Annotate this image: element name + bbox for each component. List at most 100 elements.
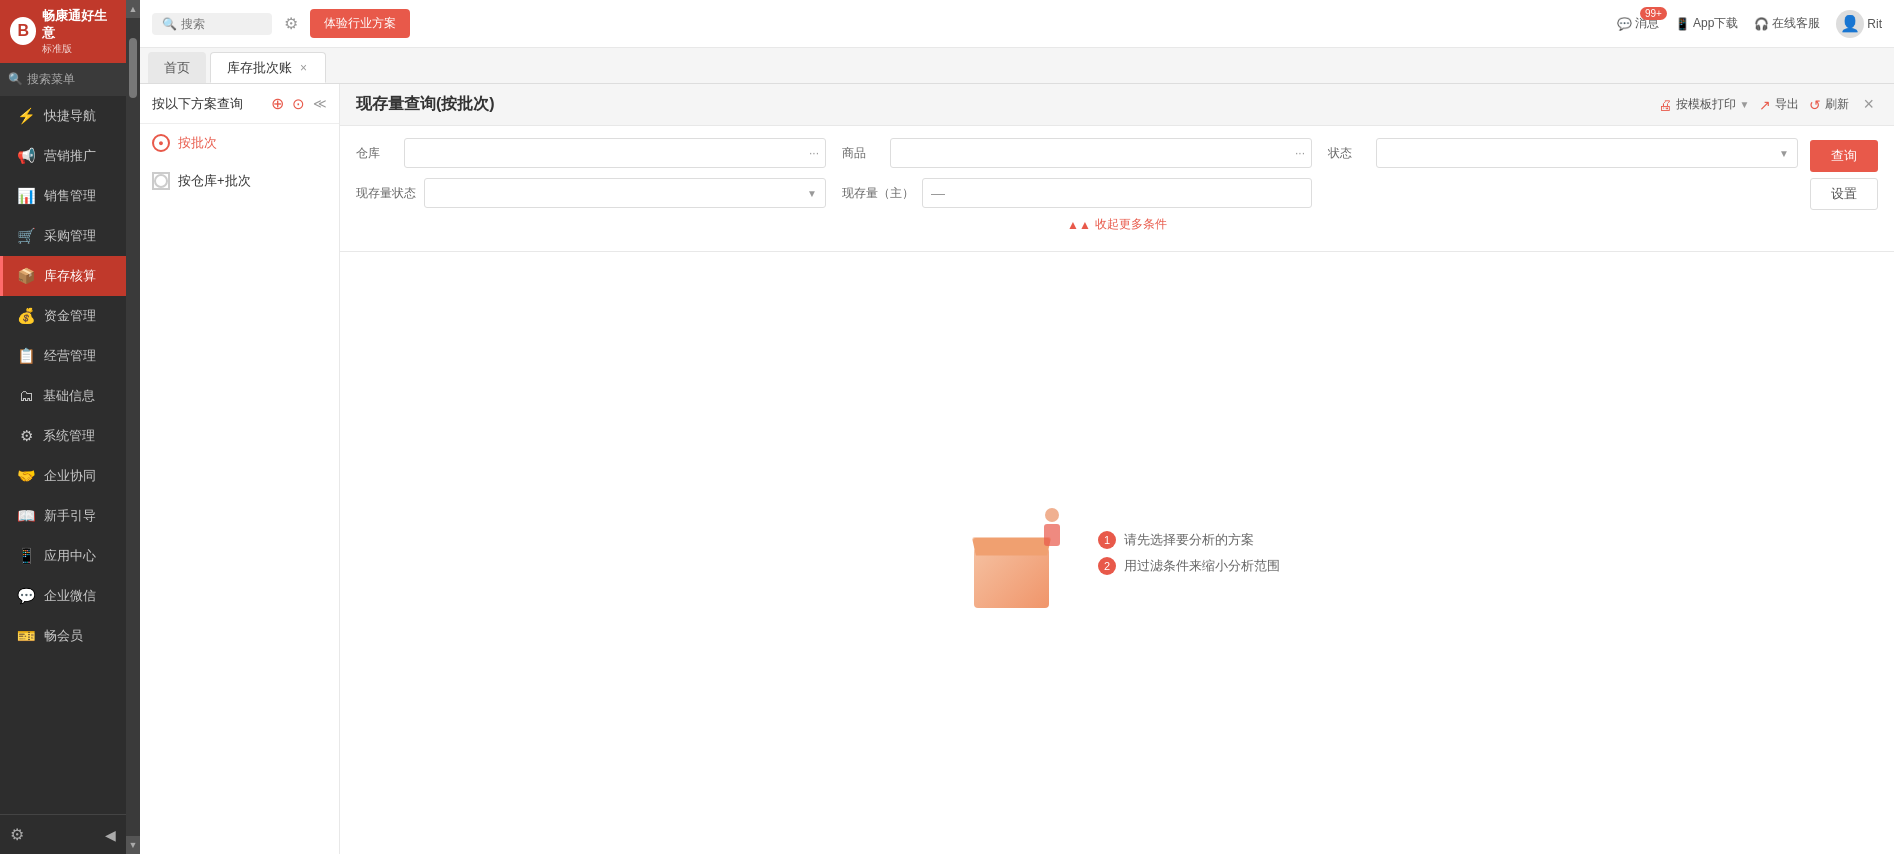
print-icon: 🖨 xyxy=(1658,97,1672,113)
filter-by-batch-label: 按批次 xyxy=(178,134,217,152)
filter-add-icon[interactable]: ⊕ xyxy=(271,94,284,113)
product-expand-icon[interactable]: ··· xyxy=(1289,146,1311,160)
tab-inventory-batch[interactable]: 库存批次账 × xyxy=(210,52,326,83)
page-title: 现存量查询(按批次) xyxy=(356,94,495,115)
operations-icon: 📋 xyxy=(17,347,36,365)
query-button[interactable]: 查询 xyxy=(1810,140,1878,172)
warehouse-input[interactable] xyxy=(405,146,803,160)
filter-active-radio: ● xyxy=(152,134,170,152)
user-avatar: 👤 xyxy=(1836,10,1864,38)
sidebar-item-basic[interactable]: 🗂 基础信息 xyxy=(0,376,126,416)
sidebar-logo: B xyxy=(10,17,36,45)
sidebar-item-system[interactable]: ⚙ 系统管理 xyxy=(0,416,126,456)
settings-footer-icon[interactable]: ⚙ xyxy=(10,825,24,844)
status-select-wrap[interactable]: ▼ xyxy=(1376,138,1798,168)
product-input[interactable] xyxy=(891,146,1289,160)
enterprise-icon: 🤝 xyxy=(17,467,36,485)
sidebar-nav: ⚡ 快捷导航 📢 营销推广 📊 销售管理 🛒 采购管理 📦 库存核算 💰 xyxy=(0,96,126,814)
page-close-button[interactable]: × xyxy=(1859,94,1878,115)
filter-settings-icon[interactable]: ⊙ xyxy=(292,95,305,113)
sidebar-item-inventory[interactable]: 📦 库存核算 xyxy=(0,256,126,296)
sidebar-scrollbar: ▲ ▼ xyxy=(126,0,140,854)
topbar-icons: 💬 消息 99+ 📱 App下载 🎧 在线客服 👤 Rit xyxy=(1617,10,1882,38)
marketing-icon: 📢 xyxy=(17,147,36,165)
sidebar-item-enterprise[interactable]: 🤝 企业协同 xyxy=(0,456,126,496)
print-template-action[interactable]: 🖨 按模板打印 ▼ xyxy=(1658,96,1750,113)
export-icon: ↗ xyxy=(1759,97,1771,113)
sidebar-item-marketing[interactable]: 📢 营销推广 xyxy=(0,136,126,176)
sidebar-item-shortcut[interactable]: ⚡ 快捷导航 xyxy=(0,96,126,136)
user-avatar-item[interactable]: 👤 Rit xyxy=(1836,10,1882,38)
filter-panel-actions: ⊕ ⊙ ≪ xyxy=(271,94,327,113)
filter-collapse-icon[interactable]: ≪ xyxy=(313,96,327,111)
stock-status-field: 现存量状态 ▼ xyxy=(356,178,826,208)
sidebar-item-sales[interactable]: 📊 销售管理 xyxy=(0,176,126,216)
stock-qty-field: 现存量（主） — xyxy=(842,178,1312,208)
refresh-label: 刷新 xyxy=(1825,96,1849,113)
status-field: 状态 ▼ xyxy=(1328,138,1798,168)
app-download-label: App下载 xyxy=(1693,15,1738,32)
sidebar-item-purchase[interactable]: 🛒 采购管理 xyxy=(0,216,126,256)
trial-industry-button[interactable]: 体验行业方案 xyxy=(310,9,410,38)
product-input-wrap[interactable]: ··· xyxy=(890,138,1312,168)
tabbar: 首页 库存批次账 × xyxy=(140,48,1894,84)
export-label: 导出 xyxy=(1775,96,1799,113)
system-icon: ⚙ xyxy=(17,427,35,445)
wechat-icon: 💬 xyxy=(17,587,36,605)
guide-icon: 📖 xyxy=(17,507,36,525)
stock-qty-wrap[interactable]: — xyxy=(922,178,1312,208)
status-label: 状态 xyxy=(1328,145,1368,162)
topbar-search-input[interactable] xyxy=(181,17,261,31)
tab-home[interactable]: 首页 xyxy=(148,52,206,83)
form-action-buttons: 查询 设置 xyxy=(1810,138,1878,210)
sidebar-brand: 畅康通好生意 标准版 xyxy=(42,8,116,55)
messages-icon-item[interactable]: 💬 消息 99+ xyxy=(1617,15,1659,32)
export-action[interactable]: ↗ 导出 xyxy=(1759,96,1799,113)
warehouse-expand-icon[interactable]: ··· xyxy=(803,146,825,160)
warehouse-label: 仓库 xyxy=(356,145,396,162)
empty-state: 1 请先选择要分析的方案 2 用过滤条件来缩小分析范围 xyxy=(340,252,1894,854)
stock-status-label: 现存量状态 xyxy=(356,185,416,202)
page-content: 按以下方案查询 ⊕ ⊙ ≪ ● 按批次 按仓库+批次 xyxy=(140,84,1894,854)
sidebar-item-operations[interactable]: 📋 经营管理 xyxy=(0,336,126,376)
hint-number-1: 1 xyxy=(1098,531,1116,549)
message-icon: 💬 xyxy=(1617,17,1632,31)
tab-close-icon[interactable]: × xyxy=(298,61,309,75)
empty-figure xyxy=(1038,508,1066,558)
online-service-label: 在线客服 xyxy=(1772,15,1820,32)
scroll-up-btn[interactable]: ▲ xyxy=(126,0,140,18)
topbar-search-icon: 🔍 xyxy=(162,17,177,31)
sidebar-item-member[interactable]: 🎫 畅会员 xyxy=(0,616,126,656)
collapse-more-conditions[interactable]: ▲▲ 收起更多条件 xyxy=(356,210,1878,239)
product-label: 商品 xyxy=(842,145,882,162)
content-area: 现存量查询(按批次) 🖨 按模板打印 ▼ ↗ 导出 ↺ 刷新 xyxy=(340,84,1894,854)
basic-icon: 🗂 xyxy=(17,387,35,404)
search-icon: 🔍 xyxy=(8,72,23,86)
app-center-icon: 📱 xyxy=(17,547,36,565)
query-form-row-1: 仓库 ··· 商品 ··· xyxy=(356,138,1798,168)
topbar-settings-icon[interactable]: ⚙ xyxy=(280,10,302,37)
empty-hint-2: 2 用过滤条件来缩小分析范围 xyxy=(1098,557,1280,575)
filter-item-by-batch[interactable]: ● 按批次 xyxy=(140,124,339,162)
page-header: 现存量查询(按批次) 🖨 按模板打印 ▼ ↗ 导出 ↺ 刷新 xyxy=(340,84,1894,126)
app-download-item[interactable]: 📱 App下载 xyxy=(1675,15,1738,32)
sidebar-search[interactable]: 🔍 搜索菜单 xyxy=(0,63,126,96)
sidebar-item-guide[interactable]: 📖 新手引导 xyxy=(0,496,126,536)
warehouse-input-wrap[interactable]: ··· xyxy=(404,138,826,168)
filter-item-by-warehouse-batch[interactable]: 按仓库+批次 xyxy=(140,162,339,200)
headset-icon: 🎧 xyxy=(1754,17,1769,31)
stock-status-select-wrap[interactable]: ▼ xyxy=(424,178,826,208)
refresh-action[interactable]: ↺ 刷新 xyxy=(1809,96,1849,113)
online-service-item[interactable]: 🎧 在线客服 xyxy=(1754,15,1820,32)
stock-status-arrow-icon: ▼ xyxy=(807,188,817,199)
collapse-up-icon: ▲▲ xyxy=(1067,218,1091,232)
sidebar-item-finance[interactable]: 💰 资金管理 xyxy=(0,296,126,336)
sidebar-item-wechat[interactable]: 💬 企业微信 xyxy=(0,576,126,616)
print-chevron-icon[interactable]: ▼ xyxy=(1740,99,1750,110)
empty-state-content: 1 请先选择要分析的方案 2 用过滤条件来缩小分析范围 xyxy=(954,498,1280,608)
settings-button[interactable]: 设置 xyxy=(1810,178,1878,210)
hint-number-2: 2 xyxy=(1098,557,1116,575)
collapse-sidebar-icon[interactable]: ◀ xyxy=(105,827,116,843)
scroll-down-btn[interactable]: ▼ xyxy=(126,836,140,854)
sidebar-item-app-center[interactable]: 📱 应用中心 xyxy=(0,536,126,576)
